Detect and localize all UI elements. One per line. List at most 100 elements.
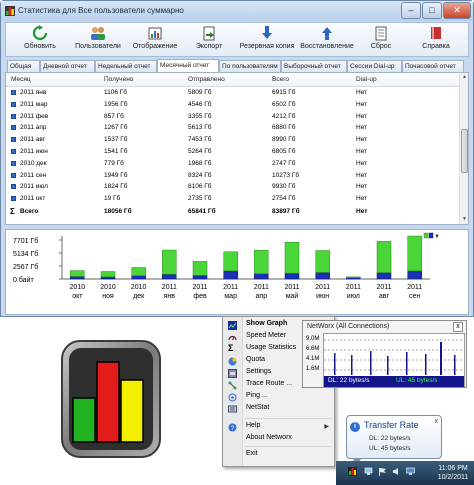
- network-tray-icon[interactable]: [364, 467, 373, 476]
- column-received[interactable]: Получено: [104, 76, 133, 83]
- x-tick-year: 2011: [346, 284, 361, 291]
- users-button[interactable]: Пользователи: [72, 25, 124, 56]
- table-scrollbar[interactable]: ▲ ▼: [459, 73, 468, 224]
- help-button[interactable]: Справка: [418, 25, 454, 56]
- table-cell: 4212 Гб: [272, 112, 296, 120]
- table-row[interactable]: 2011 апр 1267 Гб 5613 Гб 6880 Гб Нет: [6, 123, 459, 133]
- transfer-rate-balloon[interactable]: i Transfer Rate DL: 22 bytes/s UL: 45 by…: [346, 415, 442, 459]
- column-total[interactable]: Всего: [272, 76, 289, 83]
- bar-segment[interactable]: [131, 275, 146, 280]
- scroll-up-icon[interactable]: ▲: [462, 74, 467, 80]
- table-row[interactable]: 2011 июн 1541 Гб 5264 Гб 6805 Гб Нет: [6, 147, 459, 157]
- y-tick-label: 7701 Гб: [13, 237, 38, 245]
- bar-segment[interactable]: [70, 270, 85, 277]
- bar-segment[interactable]: [100, 276, 116, 280]
- table-row[interactable]: 2011 авг 1537 Гб 7453 Гб 8990 Гб Нет: [6, 135, 459, 145]
- menu-help[interactable]: ? Help ▶: [223, 421, 334, 433]
- scroll-down-icon[interactable]: ▼: [462, 216, 467, 222]
- mini-graph-window[interactable]: NetWorx (All Connections) x DL: 22 bytes…: [302, 320, 467, 388]
- bar-segment[interactable]: [131, 267, 146, 276]
- bar-segment[interactable]: [70, 276, 85, 280]
- table-cell: 6880 Гб: [272, 124, 296, 132]
- table-cell: 1541 Гб: [104, 148, 128, 155]
- x-tick-year: 2010: [70, 284, 86, 291]
- bar-segment[interactable]: [407, 270, 422, 280]
- table-row[interactable]: 2010 дек 779 Гб 1968 Гб 2747 Гб Нет: [6, 159, 459, 169]
- table-row[interactable]: 2011 янв 1106 Гб 5809 Гб 6915 Гб Нет: [6, 88, 459, 98]
- balloon-close-button[interactable]: x: [435, 418, 439, 425]
- monitor-tray-icon[interactable]: [406, 467, 415, 476]
- reset-button[interactable]: Сброс: [366, 25, 396, 56]
- balloon-ul: UL: 45 bytes/s: [369, 445, 411, 452]
- backup-button[interactable]: Резервная копия: [238, 25, 296, 56]
- mini-graph-svg: [324, 339, 464, 375]
- bar-segment[interactable]: [254, 249, 269, 274]
- bar-segment[interactable]: [223, 270, 238, 280]
- bar-segment[interactable]: [315, 272, 330, 280]
- minimize-button[interactable]: –: [401, 2, 421, 19]
- table-cell: 1106 Гб: [104, 89, 128, 96]
- column-sent[interactable]: Отправлено: [188, 76, 225, 83]
- title-bar[interactable]: Статистика для Все пользователи суммарно…: [1, 1, 473, 21]
- scroll-thumb[interactable]: [461, 129, 468, 173]
- bar-segment[interactable]: [162, 249, 177, 275]
- column-dialup[interactable]: Dial-up: [356, 76, 377, 83]
- tab-hourly[interactable]: Почасовой отчет: [402, 60, 464, 72]
- networx-tray-icon[interactable]: [348, 467, 357, 476]
- bar-segment[interactable]: [284, 272, 300, 280]
- table-row[interactable]: 2011 мар 1956 Гб 4546 Гб 6502 Гб Нет: [6, 100, 459, 110]
- taskbar-clock[interactable]: 11:06 PM 10/2/2011: [434, 464, 472, 482]
- bar-segment[interactable]: [376, 241, 392, 273]
- x-tick-year: 2010: [131, 284, 147, 291]
- display-button[interactable]: Отображение: [130, 25, 180, 56]
- export-button[interactable]: Экспорт: [191, 25, 227, 56]
- table-cell: 6805 Гб: [272, 148, 296, 155]
- menu-about[interactable]: About Networx: [223, 433, 334, 445]
- table-cell: 1824 Гб: [104, 183, 128, 191]
- bar-segment[interactable]: [254, 273, 269, 280]
- bar-segment[interactable]: [192, 275, 208, 280]
- bar-segment[interactable]: [162, 274, 177, 280]
- refresh-button[interactable]: Обновить: [20, 25, 60, 56]
- flag-tray-icon[interactable]: [378, 467, 387, 476]
- bar-segment[interactable]: [346, 276, 361, 278]
- table-cell: 8990 Гб: [272, 136, 296, 144]
- table-header: Месяц Получено Отправлено Всего Dial-up: [6, 73, 459, 87]
- table-row[interactable]: 2011 июл 1824 Гб 8106 Гб 9930 Гб Нет: [6, 182, 459, 192]
- menu-netstat[interactable]: NetStat: [223, 403, 334, 415]
- table-row[interactable]: 2011 фев 857 Гб 3355 Гб 4212 Гб Нет: [6, 112, 459, 122]
- table-row[interactable]: 2011 сен 1949 Гб 8324 Гб 10273 Гб Нет: [6, 171, 459, 181]
- tab-weekly[interactable]: Недельный отчет: [95, 60, 157, 72]
- tab-daily[interactable]: Дневной отчет: [40, 60, 95, 72]
- column-month[interactable]: Месяц: [11, 76, 31, 83]
- bar-segment[interactable]: [223, 251, 238, 272]
- bar-segment[interactable]: [284, 241, 300, 274]
- menu-ping[interactable]: Ping ...: [223, 391, 334, 403]
- table-cell: Нет: [356, 159, 368, 167]
- maximize-button[interactable]: □: [422, 2, 442, 19]
- bar-segment[interactable]: [100, 271, 116, 278]
- tab-dialup[interactable]: Сессии Dial-up: [347, 60, 402, 72]
- bar-segment[interactable]: [192, 261, 208, 276]
- table-row[interactable]: 2011 окт 19 Гб 2735 Гб 2754 Гб Нет: [6, 194, 459, 204]
- tab-monthly[interactable]: Месячный отчет: [157, 59, 219, 72]
- tab-by-user[interactable]: По пользователям: [219, 60, 281, 72]
- bar-segment[interactable]: [376, 272, 392, 280]
- x-tick-month: мар: [224, 293, 237, 300]
- close-button[interactable]: ✕: [443, 2, 471, 19]
- x-tick-year: 2011: [223, 284, 238, 291]
- menu-exit[interactable]: Exit: [223, 449, 334, 461]
- legend-arrow-icon[interactable]: ▼: [434, 234, 440, 240]
- tab-general[interactable]: Общая: [7, 60, 40, 72]
- restore-button[interactable]: Восстановление: [298, 25, 356, 56]
- total-row[interactable]: Σ Всего 18056 Гб 65841 Гб 83897 Гб Нет: [6, 207, 459, 217]
- month-icon: [11, 184, 16, 190]
- mini-graph-close-button[interactable]: x: [453, 322, 463, 332]
- table-cell: 2011 апр: [20, 124, 47, 132]
- speaker-tray-icon[interactable]: [392, 467, 401, 476]
- tab-custom[interactable]: Выборочный отчет: [281, 60, 347, 72]
- bar-segment[interactable]: [315, 250, 330, 273]
- bar-segment[interactable]: [407, 235, 422, 272]
- month-icon: [11, 101, 16, 107]
- balloon-title: Transfer Rate: [364, 420, 419, 430]
